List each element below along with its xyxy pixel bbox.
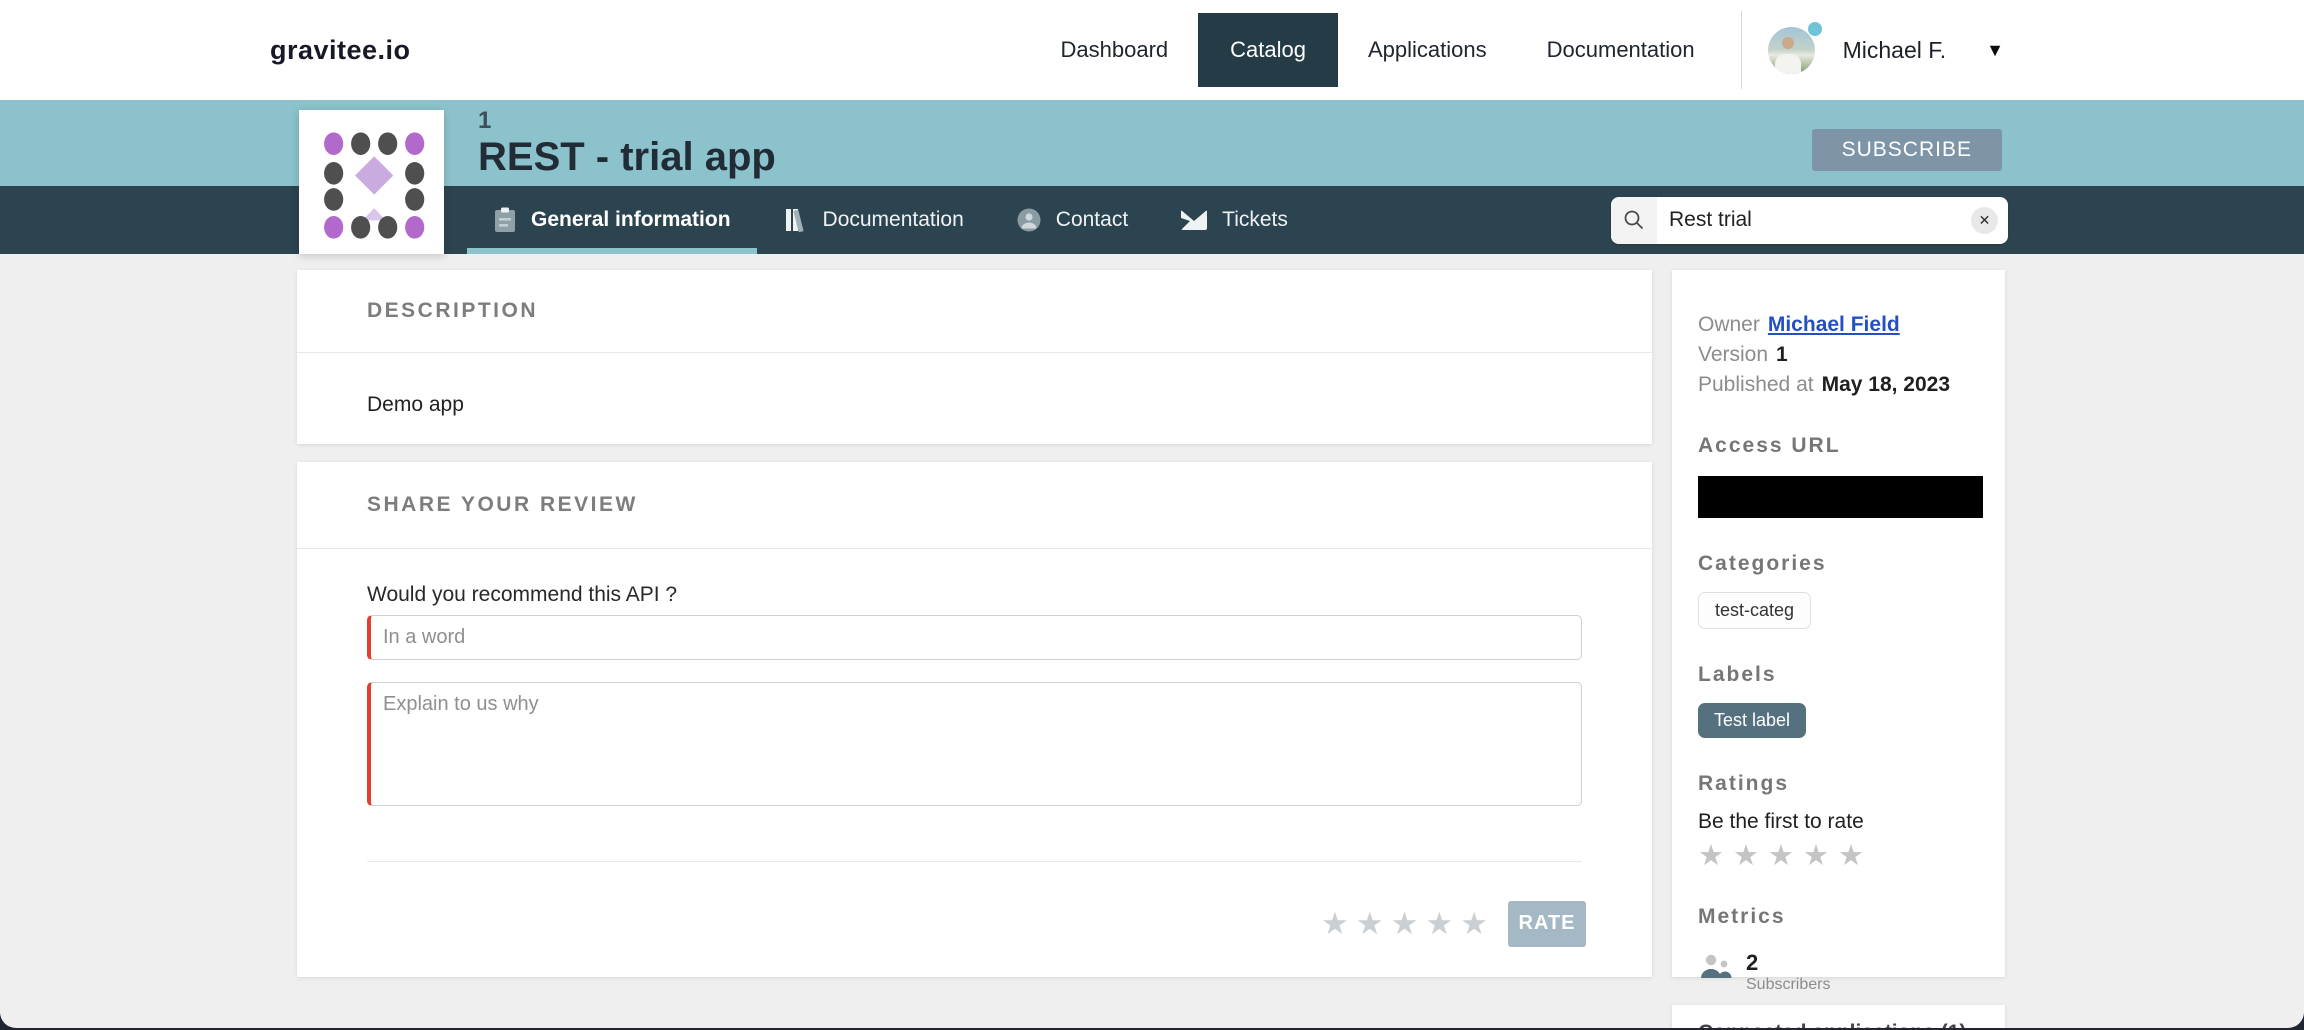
- review-question: Would you recommend this API ?: [367, 583, 1582, 607]
- star-icon: ★: [1698, 842, 1724, 871]
- nav-item-applications[interactable]: Applications: [1338, 0, 1517, 100]
- star-icon: ★: [1733, 842, 1759, 871]
- chevron-down-icon[interactable]: ▼: [1986, 40, 2004, 61]
- tab-contact[interactable]: Contact: [990, 186, 1154, 254]
- api-version: 1: [478, 108, 776, 134]
- ratings-stars: ★ ★ ★ ★ ★: [1698, 842, 1979, 871]
- nav-item-documentation[interactable]: Documentation: [1517, 0, 1725, 100]
- access-url-heading: Access URL: [1698, 434, 1979, 458]
- user-name: Michael F.: [1843, 37, 1947, 64]
- categories-heading: Categories: [1698, 552, 1979, 576]
- person-icon: [1016, 207, 1042, 233]
- nav-item-catalog[interactable]: Catalog: [1198, 13, 1338, 87]
- description-body: Demo app: [297, 353, 1652, 457]
- subscribe-button[interactable]: SUBSCRIBE: [1812, 129, 2002, 171]
- review-word-input[interactable]: [367, 615, 1582, 660]
- top-navigation: gravitee.io Dashboard Catalog Applicatio…: [0, 0, 2304, 100]
- description-card: DESCRIPTION Demo app: [297, 270, 1652, 444]
- subscribers-value: 2: [1746, 951, 1830, 975]
- review-card: SHARE YOUR REVIEW Would you recommend th…: [297, 462, 1652, 977]
- star-icon: ★: [1768, 842, 1794, 871]
- user-menu[interactable]: Michael F. ▼: [1768, 27, 2004, 74]
- api-header-band: 1 REST - trial app SUBSCRIBE: [0, 100, 2304, 186]
- page-surface: gravitee.io Dashboard Catalog Applicatio…: [0, 0, 2304, 1028]
- review-footer: ★ ★ ★ ★ ★ RATE: [297, 862, 1652, 985]
- star-icon[interactable]: ★: [1425, 908, 1453, 939]
- star-icon[interactable]: ★: [1391, 908, 1419, 939]
- books-icon: [783, 207, 809, 233]
- access-url-redacted: [1698, 476, 1983, 518]
- search-icon: [1611, 197, 1657, 244]
- rating-star-picker: ★ ★ ★ ★ ★: [1321, 908, 1488, 939]
- tab-general-information[interactable]: General information: [467, 186, 757, 254]
- clipboard-icon: [493, 207, 517, 233]
- tab-documentation[interactable]: Documentation: [757, 186, 990, 254]
- category-chip[interactable]: test-categ: [1698, 592, 1811, 629]
- review-why-textarea[interactable]: [367, 682, 1582, 806]
- avatar[interactable]: [1768, 27, 1815, 74]
- published-label: Published at: [1698, 373, 1814, 396]
- connected-applications-heading: Connected applications (1): [1698, 1021, 1979, 1028]
- rate-button[interactable]: RATE: [1508, 901, 1586, 947]
- page-title: REST - trial app: [478, 134, 776, 180]
- review-form: Would you recommend this API ?: [297, 549, 1652, 862]
- avatar-wrap: [1768, 27, 1815, 74]
- published-value: May 18, 2023: [1822, 373, 1950, 396]
- owner-row: Owner Michael Field: [1698, 310, 1979, 340]
- subscribers-caption: Subscribers: [1746, 975, 1830, 994]
- people-icon: [1698, 951, 1734, 981]
- metrics-heading: Metrics: [1698, 905, 1979, 929]
- review-heading: SHARE YOUR REVIEW: [367, 493, 638, 517]
- main-nav: Dashboard Catalog Applications Documenta…: [1031, 0, 2004, 100]
- status-dot-icon: [1808, 22, 1822, 36]
- star-icon[interactable]: ★: [1321, 908, 1349, 939]
- search-input[interactable]: [1657, 208, 1971, 232]
- star-icon: ★: [1803, 842, 1829, 871]
- dot-grid-icon: [311, 121, 433, 243]
- labels-heading: Labels: [1698, 663, 1979, 687]
- published-row: Published at May 18, 2023: [1698, 370, 1979, 400]
- tab-label: General information: [531, 208, 731, 232]
- owner-link[interactable]: Michael Field: [1768, 313, 1900, 336]
- tab-tickets[interactable]: Tickets: [1154, 186, 1314, 254]
- tab-label: Tickets: [1222, 208, 1288, 232]
- nav-item-dashboard[interactable]: Dashboard: [1031, 0, 1199, 100]
- api-tabs: General information Documentation: [467, 186, 1314, 254]
- nav-divider: [1741, 11, 1742, 89]
- star-icon[interactable]: ★: [1460, 908, 1488, 939]
- tab-label: Contact: [1056, 208, 1128, 232]
- connected-applications-card: Connected applications (1): [1672, 1005, 2005, 1028]
- label-chip[interactable]: Test label: [1698, 703, 1806, 738]
- version-value: 1: [1776, 343, 1788, 366]
- description-heading: DESCRIPTION: [367, 299, 538, 323]
- owner-label: Owner: [1698, 313, 1760, 336]
- star-icon: ★: [1838, 842, 1864, 871]
- api-info-sidebar: Owner Michael Field Version 1 Published at…: [1672, 270, 2005, 977]
- search-box: ✕: [1611, 197, 2008, 244]
- gravitee-logo[interactable]: gravitee.io: [270, 35, 411, 66]
- clear-search-icon[interactable]: ✕: [1971, 207, 1998, 234]
- ratings-text: Be the first to rate: [1698, 810, 1979, 834]
- envelope-icon: [1180, 208, 1208, 232]
- star-icon[interactable]: ★: [1356, 908, 1384, 939]
- metric-subscribers: 2 Subscribers: [1698, 951, 1979, 994]
- version-row: Version 1: [1698, 340, 1979, 370]
- version-label: Version: [1698, 343, 1768, 366]
- api-logo: [299, 110, 444, 254]
- tab-label: Documentation: [823, 208, 964, 232]
- ratings-heading: Ratings: [1698, 772, 1979, 796]
